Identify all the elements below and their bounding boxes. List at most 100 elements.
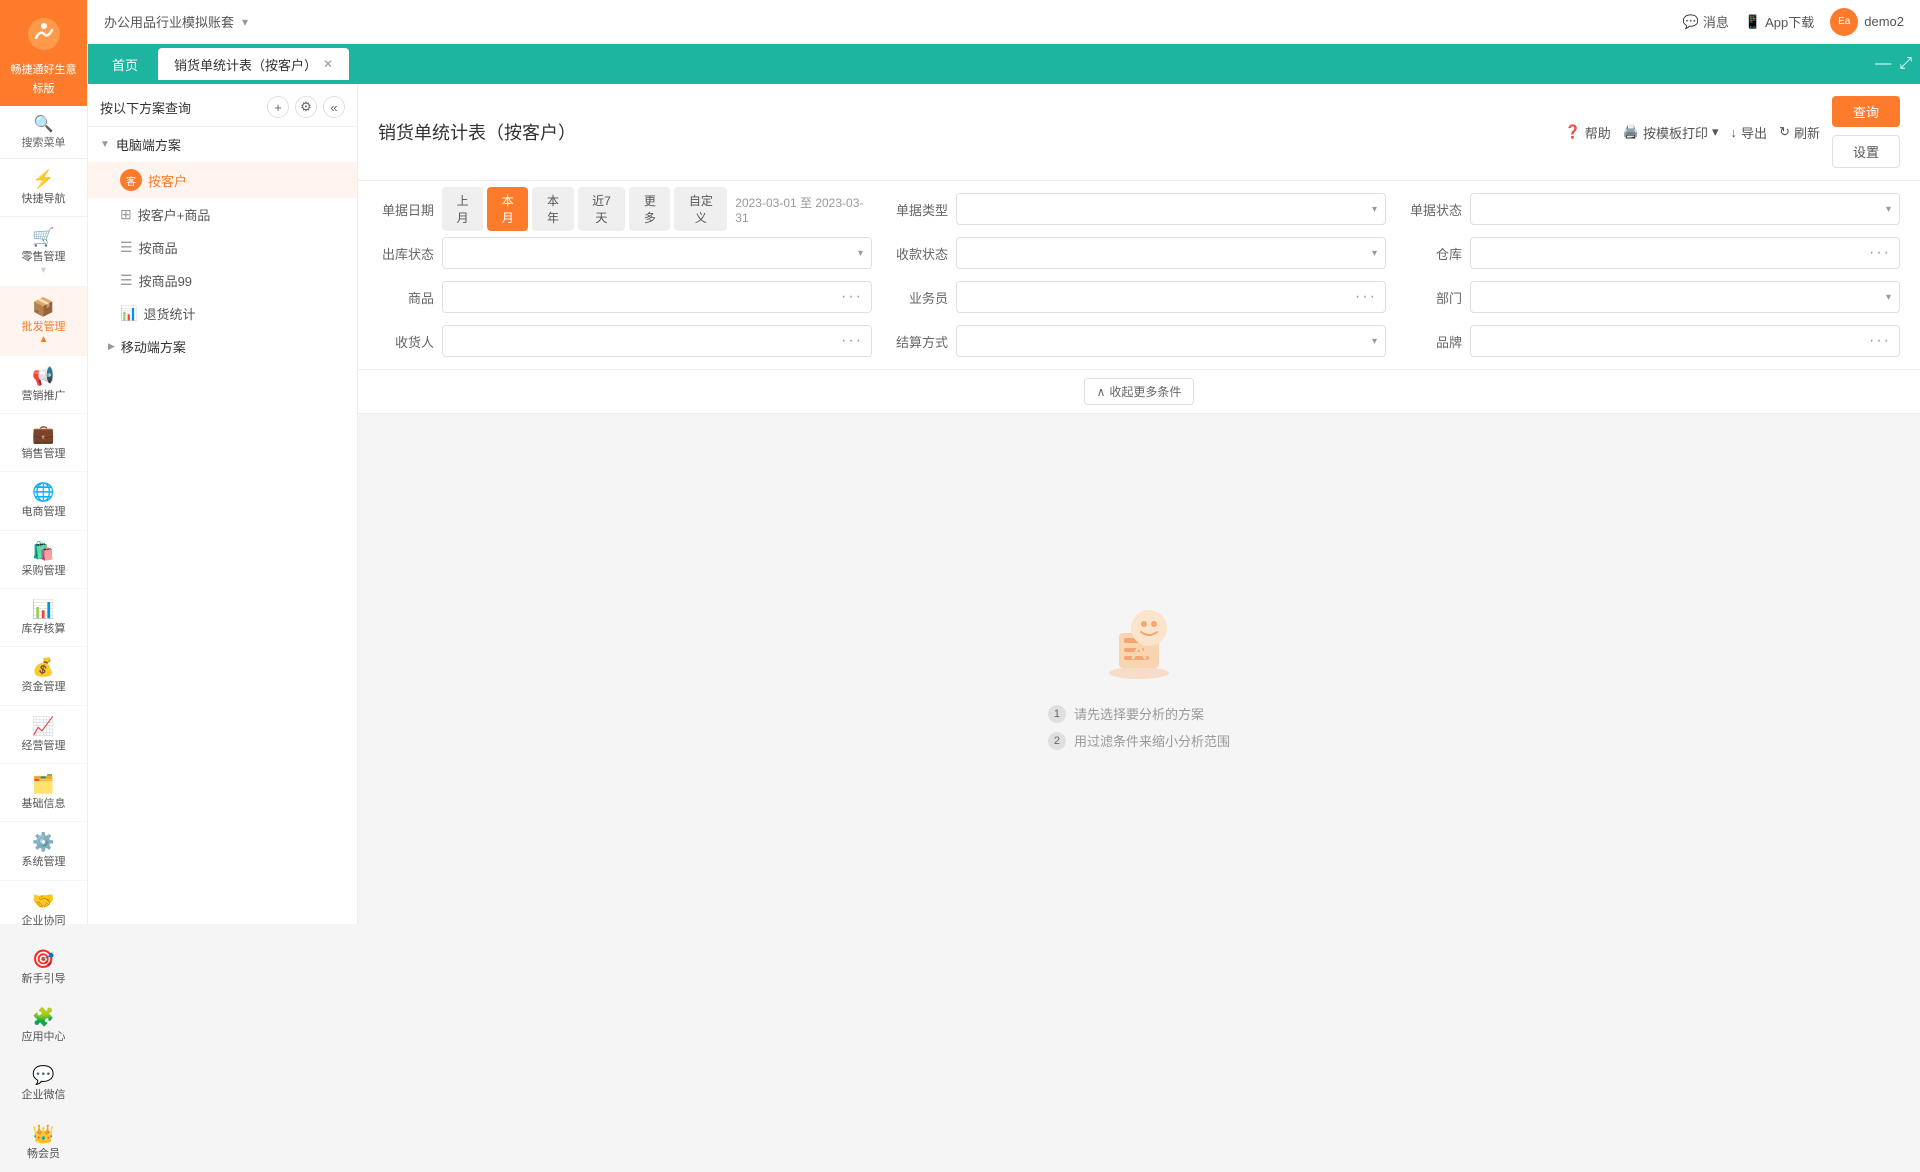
by-product99-icon: ☰ — [120, 272, 133, 289]
collapse-more-btn[interactable]: ∧ 收起更多条件 — [1084, 378, 1195, 405]
tree-group-pc: ▼ 电脑端方案 客 按客户 ⊞ 按客户+商品 ☰ — [88, 127, 357, 330]
date-filter-buttons: 上月 本月 本年 近7天 更多 自定义 2023-03-01 至 2023-03… — [442, 193, 872, 225]
sidebar-item-apps[interactable]: 🧩 应用中心 — [0, 997, 87, 1055]
sidebar-retail-label: 零售管理 — [22, 250, 66, 264]
settle-method-select[interactable]: ▾ — [956, 325, 1386, 357]
wholesale-icon: 📦 — [32, 297, 54, 318]
sidebar-item-member[interactable]: 👑 畅会员 — [0, 1114, 87, 1172]
sales-stat-tab-label: 销货单统计表（按客户） — [174, 55, 317, 74]
sidebar-item-enterprise[interactable]: 🤝 企业协同 — [0, 881, 87, 939]
tab-close-icon[interactable]: ✕ — [323, 57, 333, 71]
date-btn-last-month[interactable]: 上月 — [442, 187, 483, 231]
order-type-label: 单据类型 — [892, 200, 948, 219]
receiver-select[interactable]: ··· — [442, 325, 872, 357]
sidebar-item-retail[interactable]: 🛒 零售管理 ▾ — [0, 217, 87, 286]
quicknav-icon: ⚡ — [32, 169, 54, 190]
query-button[interactable]: 查询 — [1832, 96, 1900, 127]
order-type-select[interactable]: ▾ — [956, 193, 1386, 225]
search-menu-label: 搜索菜单 — [22, 134, 66, 150]
settings-scheme-btn[interactable]: ⚙ — [295, 96, 317, 118]
filter-date-item: 单据日期 上月 本月 本年 近7天 更多 自定义 2023-03-01 至 20… — [378, 193, 872, 225]
brand-select[interactable]: ··· — [1470, 325, 1900, 357]
filter-brand-item: 品牌 ··· — [1406, 325, 1900, 357]
sidebar-item-newbie[interactable]: 🎯 新手引导 — [0, 939, 87, 997]
wholesale-expand-icon: ▲ — [39, 334, 49, 345]
receiver-label: 收货人 — [378, 332, 434, 351]
order-type-arrow-icon: ▾ — [1372, 204, 1377, 215]
tree-group-mobile-header[interactable]: ▶ 移动端方案 — [88, 330, 357, 363]
filter-row-4: 收货人 ··· 结算方式 ▾ 品牌 — [378, 325, 1900, 357]
newbie-icon: 🎯 — [32, 949, 54, 970]
tab-home[interactable]: 首页 — [96, 48, 154, 80]
salesperson-select[interactable]: ··· — [956, 281, 1386, 313]
date-btn-this-month[interactable]: 本月 — [487, 187, 528, 231]
print-icon: 🖨️ — [1623, 124, 1639, 140]
collect-status-label: 收款状态 — [892, 244, 948, 263]
sidebar-item-purchase[interactable]: 🛍️ 采购管理 — [0, 531, 87, 589]
sidebar-item-wechat[interactable]: 💬 企业微信 — [0, 1055, 87, 1113]
wechat-icon: 💬 — [32, 1065, 54, 1086]
sidebar-item-wholesale[interactable]: 📦 批发管理 ▲ — [0, 287, 87, 356]
sidebar-quicknav-label: 快捷导航 — [22, 192, 66, 206]
apps-icon: 🧩 — [32, 1007, 54, 1028]
export-btn[interactable]: ↓ 导出 — [1731, 123, 1768, 142]
dept-select[interactable]: ▾ — [1470, 281, 1900, 313]
product-select[interactable]: ··· — [442, 281, 872, 313]
sidebar-item-operation[interactable]: 📈 经营管理 — [0, 706, 87, 764]
filter-area: 单据日期 上月 本月 本年 近7天 更多 自定义 2023-03-01 至 20… — [358, 181, 1920, 370]
tree-item-by-product[interactable]: ☰ 按商品 — [88, 231, 357, 264]
message-btn[interactable]: 💬 消息 — [1683, 12, 1729, 31]
system-icon: ⚙️ — [32, 832, 54, 853]
refresh-btn[interactable]: ↻ 刷新 — [1779, 123, 1820, 142]
order-status-select[interactable]: ▾ — [1470, 193, 1900, 225]
settings-button[interactable]: 设置 — [1832, 135, 1900, 168]
sidebar-search-item[interactable]: 🔍 搜索菜单 — [0, 106, 87, 159]
salesperson-label: 业务员 — [892, 288, 948, 307]
date-btn-more[interactable]: 更多 — [629, 187, 670, 231]
sidebar-wholesale-label: 批发管理 — [22, 320, 66, 334]
app-download-btn[interactable]: 📱 App下载 — [1745, 12, 1814, 31]
sidebar-item-finance[interactable]: 💰 资金管理 — [0, 647, 87, 705]
minimize-btn[interactable]: — — [1875, 55, 1891, 73]
sidebar-item-ecommerce[interactable]: 🌐 电商管理 — [0, 472, 87, 530]
sidebar-item-sales[interactable]: 💼 销售管理 — [0, 414, 87, 472]
sidebar-item-inventory[interactable]: 📊 库存核算 — [0, 589, 87, 647]
collect-status-select[interactable]: ▾ — [956, 237, 1386, 269]
tree-group-pc-header[interactable]: ▼ 电脑端方案 — [88, 127, 357, 162]
tab-sales-stat[interactable]: 销货单统计表（按客户） ✕ — [158, 48, 349, 80]
warehouse-dots-icon: ··· — [1869, 244, 1891, 262]
sidebar-sub-text: 标版 — [33, 80, 55, 96]
workspace-dropdown-icon[interactable]: ▾ — [242, 15, 248, 29]
collapse-panel-btn[interactable]: « — [323, 96, 345, 118]
help-btn[interactable]: ❓ 帮助 — [1565, 123, 1611, 142]
filter-out-status-item: 出库状态 ▾ — [378, 237, 872, 269]
home-tab-label: 首页 — [112, 55, 138, 74]
sidebar-item-quicknav[interactable]: ⚡ 快捷导航 — [0, 159, 87, 217]
tree-item-by-customer[interactable]: 客 按客户 — [88, 162, 357, 198]
tree-item-return-stat[interactable]: 📊 退货统计 — [88, 297, 357, 330]
order-status-label: 单据状态 — [1406, 200, 1462, 219]
download-label: App下载 — [1765, 12, 1814, 31]
sidebar-item-basic[interactable]: 🗂️ 基础信息 — [0, 764, 87, 822]
user-profile-btn[interactable]: Ea demo2 — [1830, 8, 1904, 36]
tree-item-customer-product[interactable]: ⊞ 按客户+商品 — [88, 198, 357, 231]
sidebar-item-system[interactable]: ⚙️ 系统管理 — [0, 822, 87, 880]
product-dots-icon: ··· — [841, 288, 863, 306]
sidebar-logo-text: 畅捷通好生意 — [11, 61, 77, 77]
date-btn-this-year[interactable]: 本年 — [532, 187, 573, 231]
empty-tip-1: 1 请先选择要分析的方案 — [1048, 704, 1230, 723]
operation-icon: 📈 — [32, 716, 54, 737]
sidebar-item-marketing[interactable]: 📢 营销推广 — [0, 356, 87, 414]
date-btn-7days[interactable]: 近7天 — [578, 187, 626, 231]
empty-state: 1 请先选择要分析的方案 2 用过滤条件来缩小分析范围 — [358, 414, 1920, 924]
out-status-select[interactable]: ▾ — [442, 237, 872, 269]
finance-icon: 💰 — [32, 657, 54, 678]
add-scheme-btn[interactable]: + — [267, 96, 289, 118]
print-btn[interactable]: 🖨️ 按模板打印 ▾ — [1623, 123, 1719, 142]
filter-product-item: 商品 ··· — [378, 281, 872, 313]
date-btn-custom[interactable]: 自定义 — [674, 187, 727, 231]
tree-item-by-product99[interactable]: ☰ 按商品99 — [88, 264, 357, 297]
maximize-btn[interactable]: ⤢ — [1899, 55, 1912, 73]
warehouse-select[interactable]: ··· — [1470, 237, 1900, 269]
by-product-label: 按商品 — [139, 238, 178, 257]
